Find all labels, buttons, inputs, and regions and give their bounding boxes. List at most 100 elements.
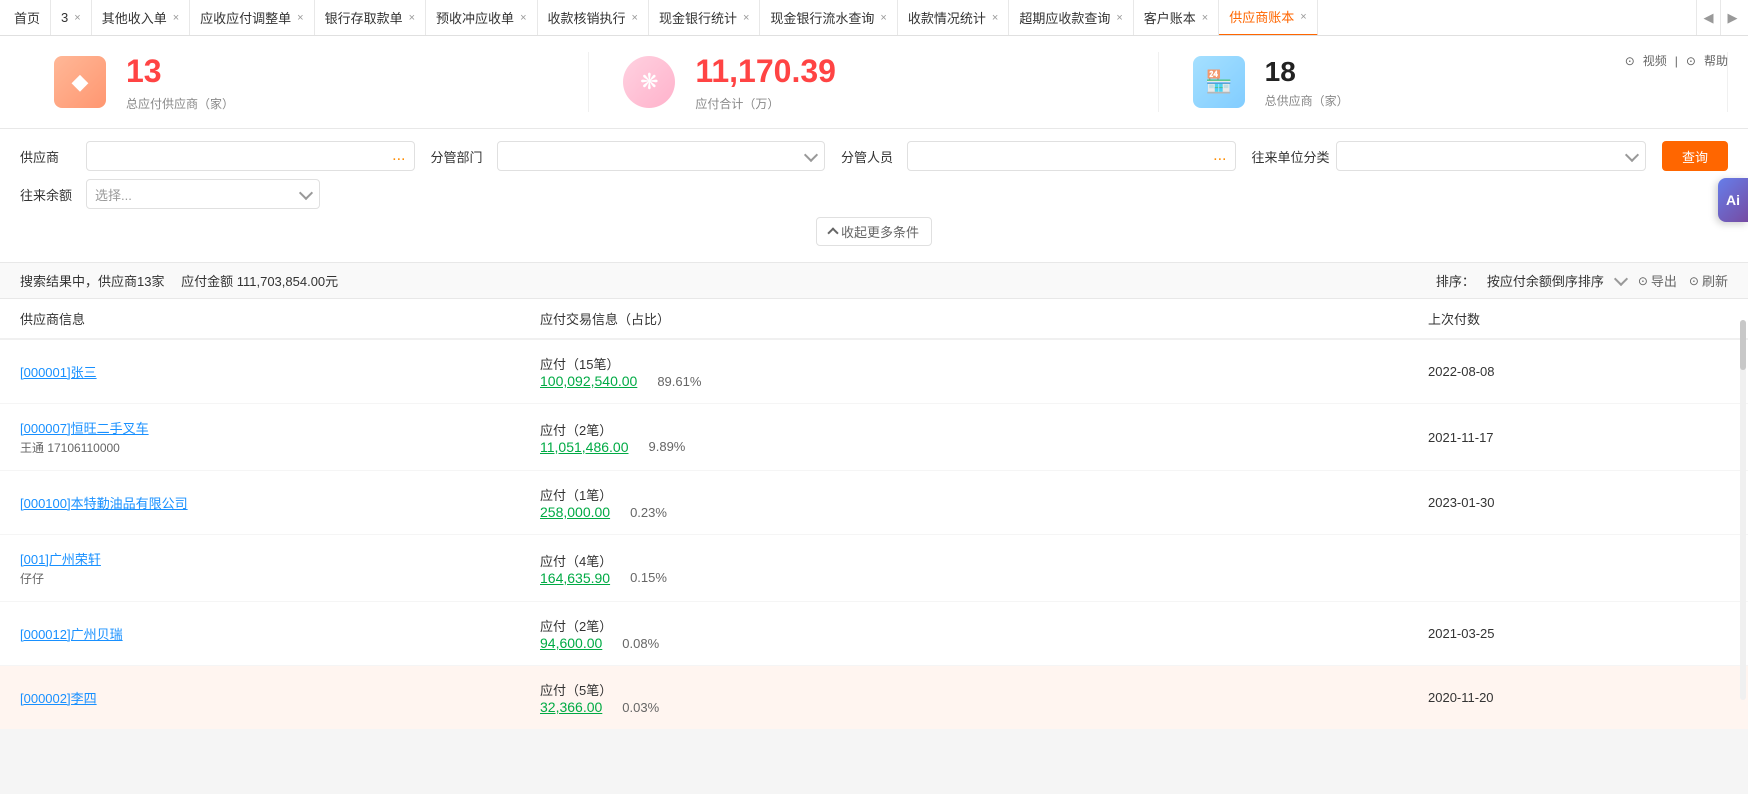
summary-card3-content: 18 总供应商（家） <box>1265 55 1349 110</box>
nav-tab-other-income[interactable]: 其他收入单 × <box>92 0 190 36</box>
filter-section: 供应商 ... 分管部门 分管人员 ... 往来单位分类 <box>0 129 1748 263</box>
supplier-name-link[interactable]: [000001]张三 <box>20 362 540 381</box>
last-payment-date: 2022-08-08 <box>1428 364 1495 379</box>
collapse-button[interactable]: 收起更多条件 <box>816 217 932 246</box>
last-payment-cell: 2022-08-08 <box>1428 364 1728 379</box>
close-icon[interactable]: × <box>297 12 303 24</box>
scrollbar-track[interactable] <box>1740 320 1746 700</box>
supplier-filter-input[interactable]: ... <box>86 141 415 171</box>
trans-percent: 89.61% <box>657 374 701 389</box>
filter-supplier: 供应商 ... <box>20 141 415 171</box>
result-amount: 应付金额 111,703,854.00元 <box>168 274 338 289</box>
trans-amount-link[interactable]: 94,600.00 <box>540 635 602 651</box>
nav-tab-bank-deposit-label: 银行存取款单 <box>325 8 403 27</box>
nav-tab-payment-stat[interactable]: 收款情况统计 × <box>898 0 1009 36</box>
close-icon[interactable]: × <box>74 12 80 24</box>
trans-label: 应付（2笔） <box>540 616 1428 635</box>
person-filter-input[interactable]: ... <box>907 141 1236 171</box>
last-payment-date: 2023-01-30 <box>1428 495 1495 510</box>
summary-icon-shop: 🏪 <box>1189 52 1249 112</box>
ai-assistant-button[interactable]: Ai <box>1718 178 1748 222</box>
circle-icon: ⊙ <box>1625 54 1635 68</box>
nav-tab-home[interactable]: 首页 <box>4 0 51 36</box>
balance-filter-select[interactable]: 选择... <box>86 179 320 209</box>
nav-tab-3-label: 3 <box>61 10 68 25</box>
sort-select[interactable]: 按应付余额倒序排序 <box>1487 271 1604 290</box>
nav-tab-ar-ap-adjust[interactable]: 应收应付调整单 × <box>190 0 314 36</box>
supplier-name-link[interactable]: [000100]本特勤油品有限公司 <box>20 493 540 512</box>
nav-left-arrow[interactable]: ◀ <box>1696 0 1720 36</box>
trans-percent: 0.23% <box>630 505 667 520</box>
result-actions: 排序： 按应付余额倒序排序 ⊙ 导出 ⊙ 刷新 <box>1436 271 1728 290</box>
supplier-name-link[interactable]: [000002]李四 <box>20 688 540 707</box>
supplier-name-link[interactable]: [000007]恒旺二手叉车 <box>20 418 540 437</box>
chevron-up-icon <box>827 227 838 238</box>
payable-suppliers-label: 总应付供应商（家） <box>126 95 234 112</box>
nav-tab-payment-stat-label: 收款情况统计 <box>908 8 986 27</box>
video-link[interactable]: 视频 <box>1643 52 1667 69</box>
trans-cell: 应付（5笔） 32,366.00 0.03% <box>540 680 1428 715</box>
nav-tab-overdue-ar[interactable]: 超期应收款查询 × <box>1009 0 1133 36</box>
flower-icon: ❋ <box>623 56 675 108</box>
close-icon[interactable]: × <box>1202 12 1208 24</box>
nav-tab-customer-ledger[interactable]: 客户账本 × <box>1134 0 1219 36</box>
nav-tab-payment-exec[interactable]: 收款核销执行 × <box>538 0 649 36</box>
close-icon[interactable]: × <box>173 12 179 24</box>
filter-row-1: 供应商 ... 分管部门 分管人员 ... 往来单位分类 <box>20 141 1728 171</box>
summary-icon-flower: ❋ <box>619 52 679 112</box>
trans-amount-link[interactable]: 32,366.00 <box>540 699 602 715</box>
trans-amount-link[interactable]: 258,000.00 <box>540 504 610 520</box>
nav-tab-bank-deposit[interactable]: 银行存取款单 × <box>315 0 426 36</box>
nav-tab-3[interactable]: 3 × <box>51 0 92 36</box>
nav-tab-other-income-label: 其他收入单 <box>102 8 167 27</box>
close-icon[interactable]: × <box>992 12 998 24</box>
result-info: 搜索结果中，供应商13家 应付金额 111,703,854.00元 <box>20 271 338 290</box>
export-button[interactable]: ⊙ 导出 <box>1638 271 1677 290</box>
close-icon[interactable]: × <box>632 12 638 24</box>
trans-label: 应付（2笔） <box>540 420 1428 439</box>
nav-tab-cash-bank-query[interactable]: 现金银行流水查询 × <box>760 0 897 36</box>
last-payment-date: 2021-11-17 <box>1428 430 1494 445</box>
close-icon[interactable]: × <box>520 12 526 24</box>
nav-tab-home-label: 首页 <box>14 8 40 27</box>
trans-info: 164,635.90 0.15% <box>540 570 1428 586</box>
person-input-field[interactable] <box>916 149 1213 164</box>
close-icon[interactable]: × <box>743 12 749 24</box>
refresh-button[interactable]: ⊙ 刷新 <box>1689 271 1728 290</box>
last-payment-cell: 2021-11-17 <box>1428 430 1728 445</box>
collapse-btn-container: 收起更多条件 <box>20 217 1728 246</box>
close-icon[interactable]: × <box>409 12 415 24</box>
trans-percent: 0.08% <box>622 636 659 651</box>
collapse-label: 收起更多条件 <box>841 222 919 241</box>
last-payment-cell: 2021-03-25 <box>1428 626 1728 641</box>
supplier-cell: [000001]张三 <box>20 362 540 381</box>
trans-info: 32,366.00 0.03% <box>540 699 1428 715</box>
total-suppliers-value: 18 <box>1265 55 1349 89</box>
category-filter-select[interactable] <box>1336 141 1646 171</box>
close-icon[interactable]: × <box>880 12 886 24</box>
supplier-input-field[interactable] <box>95 149 392 164</box>
sort-chevron-icon[interactable] <box>1614 272 1628 286</box>
help-link[interactable]: 帮助 <box>1704 52 1728 69</box>
close-icon[interactable]: × <box>1116 12 1122 24</box>
nav-tab-cash-bank-stat[interactable]: 现金银行统计 × <box>649 0 760 36</box>
nav-tab-prepaid-ar[interactable]: 预收冲应收单 × <box>426 0 537 36</box>
nav-tab-supplier-ledger[interactable]: 供应商账本 × <box>1219 0 1317 36</box>
close-icon[interactable]: × <box>1300 11 1306 23</box>
summary-card-payable-suppliers: ◆ 13 总应付供应商（家） <box>20 52 589 112</box>
scrollbar-thumb[interactable] <box>1740 320 1746 370</box>
table-row: [000007]恒旺二手叉车 王通 17106110000 应付（2笔） 11,… <box>0 404 1748 471</box>
total-suppliers-label: 总供应商（家） <box>1265 92 1349 109</box>
trans-amount-link[interactable]: 100,092,540.00 <box>540 373 637 389</box>
table-row: [000001]张三 应付（15笔） 100,092,540.00 89.61%… <box>0 340 1748 404</box>
department-filter-select[interactable] <box>497 141 826 171</box>
trans-amount-link[interactable]: 11,051,486.00 <box>540 439 629 455</box>
trans-amount-link[interactable]: 164,635.90 <box>540 570 610 586</box>
circle-icon2: ⊙ <box>1686 54 1696 68</box>
last-payment-date: 2020-11-20 <box>1428 690 1494 705</box>
last-payment-cell: 2023-01-30 <box>1428 495 1728 510</box>
supplier-name-link[interactable]: [001]广州荣轩 <box>20 549 540 568</box>
nav-right-arrow[interactable]: ▶ <box>1720 0 1744 36</box>
query-button[interactable]: 查询 <box>1662 141 1728 171</box>
supplier-name-link[interactable]: [000012]广州贝瑞 <box>20 624 540 643</box>
